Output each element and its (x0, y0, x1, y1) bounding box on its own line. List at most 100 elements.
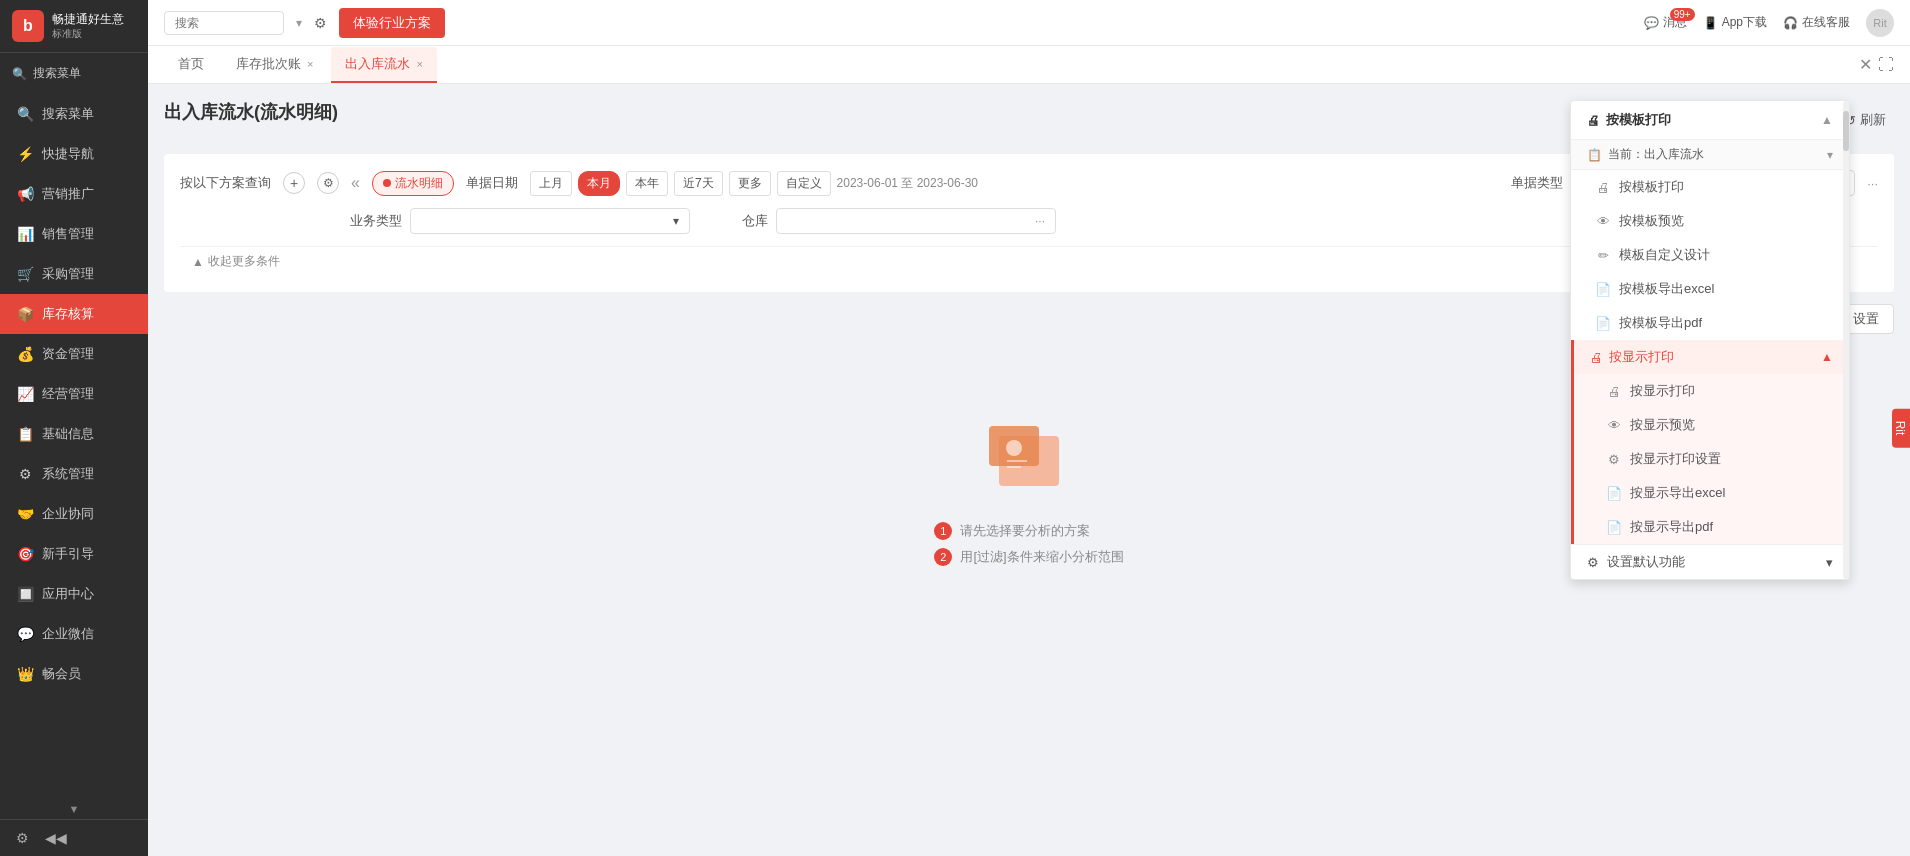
tab-batch-ledger[interactable]: 库存批次账 × (222, 47, 327, 83)
sidebar: b 畅捷通好生意 标准版 🔍 搜索菜单 🔍 搜索菜单 ⚡ 快捷导航 (0, 0, 148, 856)
tab-batch-ledger-close[interactable]: × (307, 58, 313, 70)
dropdown-display-settings[interactable]: ⚙ 按显示打印设置 (1574, 442, 1849, 476)
active-filter-tag[interactable]: 流水明细 (372, 171, 454, 196)
dropdown-display-preview[interactable]: 👁 按显示预览 (1574, 408, 1849, 442)
date-btn-7days[interactable]: 近7天 (674, 171, 723, 196)
dropdown-current-icon: 📋 (1587, 148, 1602, 162)
trial-button[interactable]: 体验行业方案 (339, 8, 445, 38)
dropdown-template-pdf[interactable]: 📄 按模板导出pdf (1571, 306, 1849, 340)
dropdown-title-icon: 🖨 (1587, 113, 1600, 128)
dropdown-template-excel[interactable]: 📄 按模板导出excel (1571, 272, 1849, 306)
filter-more-icon[interactable]: ··· (1867, 176, 1878, 191)
print-dropdown-panel: 🖨 按模板打印 ▲ 📋 当前：出入库流水 ▾ 🖨 按模板打印 👁 按模板预览 ✏… (1570, 100, 1850, 580)
dropdown-display-pdf[interactable]: 📄 按显示导出pdf (1574, 510, 1849, 544)
doc-type-label: 单据类型 (1511, 174, 1563, 192)
sidebar-item-label: 系统管理 (42, 465, 94, 483)
sidebar-item-app-center[interactable]: 🔲 应用中心 (0, 574, 148, 614)
sidebar-item-finance[interactable]: 💰 资金管理 (0, 334, 148, 374)
dropdown-current-arrow[interactable]: ▾ (1827, 148, 1833, 162)
dropdown-footer-settings[interactable]: ⚙ 设置默认功能 ▾ (1571, 544, 1849, 579)
dropdown-template-print[interactable]: 🖨 按模板打印 (1571, 170, 1849, 204)
wechat-icon: 💬 (16, 625, 34, 643)
footer-settings-label: 设置默认功能 (1607, 553, 1685, 571)
app-download-button[interactable]: 📱 App下载 (1703, 14, 1767, 31)
topbar-dropdown-arrow[interactable]: ▾ (296, 16, 302, 30)
date-btn-last-month[interactable]: 上月 (530, 171, 572, 196)
collapse-sidebar-icon[interactable]: ◀◀ (45, 830, 67, 846)
template-pdf-label: 按模板导出pdf (1619, 314, 1702, 332)
refresh-btn-label: 刷新 (1860, 111, 1886, 129)
sidebar-item-basic-info[interactable]: 📋 基础信息 (0, 414, 148, 454)
dropdown-collapse-arrow[interactable]: ▲ (1821, 113, 1833, 127)
system-icon: ⚙ (16, 465, 34, 483)
step-2-num: 2 (934, 548, 952, 566)
dropdown-display-print[interactable]: 🖨 按显示打印 (1574, 374, 1849, 408)
sidebar-item-search[interactable]: 🔍 搜索菜单 (0, 94, 148, 134)
settings-footer-icon[interactable]: ⚙ (16, 830, 29, 846)
sidebar-item-label: 营销推广 (42, 185, 94, 203)
empty-steps: 1 请先选择要分析的方案 2 用[过滤]条件来缩小分析范围 (934, 522, 1123, 574)
tab-flow[interactable]: 出入库流水 × (331, 47, 436, 83)
operation-icon: 📈 (16, 385, 34, 403)
dropdown-current-template[interactable]: 📋 当前：出入库流水 ▾ (1571, 140, 1849, 170)
topbar-search-input[interactable] (164, 11, 284, 35)
business-type-select[interactable]: ▾ (410, 208, 690, 234)
sidebar-item-marketing[interactable]: 📢 营销推广 (0, 174, 148, 214)
date-range-text: 2023-06-01 至 2023-06-30 (837, 175, 978, 192)
filter-collapse-icon[interactable]: « (351, 174, 360, 192)
sidebar-nav: 🔍 搜索菜单 ⚡ 快捷导航 📢 营销推广 📊 销售管理 🛒 采购管理 📦 (0, 94, 148, 799)
right-edge-label: Rit (1893, 421, 1907, 436)
dropdown-template-preview[interactable]: 👁 按模板预览 (1571, 204, 1849, 238)
dropdown-display-excel[interactable]: 📄 按显示导出excel (1574, 476, 1849, 510)
sidebar-item-purchase[interactable]: 🛒 采购管理 (0, 254, 148, 294)
tab-home[interactable]: 首页 (164, 47, 218, 83)
dropdown-display-header: 🖨 按显示打印 ▲ (1574, 340, 1849, 374)
dropdown-template-custom[interactable]: ✏ 模板自定义设计 (1571, 238, 1849, 272)
search-menu-button[interactable]: 🔍 搜索菜单 (12, 61, 136, 86)
date-btn-custom[interactable]: 自定义 (777, 171, 831, 196)
filter-add-button[interactable]: + (283, 172, 305, 194)
online-service-button[interactable]: 🎧 在线客服 (1783, 14, 1850, 31)
right-edge-tab[interactable]: Rit (1892, 409, 1910, 448)
sidebar-item-system[interactable]: ⚙ 系统管理 (0, 454, 148, 494)
tab-close-button[interactable]: ✕ (1859, 55, 1872, 74)
template-pdf-icon: 📄 (1595, 315, 1611, 331)
date-btn-more[interactable]: 更多 (729, 171, 771, 196)
user-avatar: Rit (1866, 9, 1894, 37)
sidebar-item-label: 经营管理 (42, 385, 94, 403)
display-print-header-icon: 🖨 (1590, 350, 1603, 365)
sidebar-item-member[interactable]: 👑 畅会员 (0, 654, 148, 694)
collapse-filter-label: 收起更多条件 (208, 253, 280, 270)
sidebar-item-wechat[interactable]: 💬 企业微信 (0, 614, 148, 654)
basic-info-icon: 📋 (16, 425, 34, 443)
date-btn-this-month[interactable]: 本月 (578, 171, 620, 196)
user-avatar-button[interactable]: Rit (1866, 9, 1894, 37)
sidebar-item-guide[interactable]: 🎯 新手引导 (0, 534, 148, 574)
sidebar-item-quick-nav[interactable]: ⚡ 快捷导航 (0, 134, 148, 174)
logo-icon: b (12, 10, 44, 42)
sidebar-item-inventory[interactable]: 📦 库存核算 (0, 294, 148, 334)
filter-gear-button[interactable]: ⚙ (317, 172, 339, 194)
sidebar-item-label: 企业微信 (42, 625, 94, 643)
tabs-right-controls: ✕ ⛶ (1859, 55, 1894, 74)
app-center-icon: 🔲 (16, 585, 34, 603)
message-button[interactable]: 💬 消息 99+ (1644, 14, 1687, 31)
warehouse-input[interactable]: ··· (776, 208, 1056, 234)
display-preview-icon: 👁 (1606, 417, 1622, 433)
purchase-icon: 🛒 (16, 265, 34, 283)
sidebar-item-operation[interactable]: 📈 经营管理 (0, 374, 148, 414)
date-btn-this-year[interactable]: 本年 (626, 171, 668, 196)
sidebar-item-sales[interactable]: 📊 销售管理 (0, 214, 148, 254)
finance-icon: 💰 (16, 345, 34, 363)
warehouse-more-icon[interactable]: ··· (1035, 214, 1045, 228)
sidebar-scroll-down[interactable]: ▼ (0, 799, 148, 819)
tab-expand-button[interactable]: ⛶ (1878, 56, 1894, 74)
display-excel-icon: 📄 (1606, 485, 1622, 501)
collapse-arrow-icon: ▲ (192, 255, 204, 269)
template-print-icon: 🖨 (1595, 179, 1611, 195)
sidebar-item-enterprise[interactable]: 🤝 企业协同 (0, 494, 148, 534)
topbar-gear-icon[interactable]: ⚙ (314, 15, 327, 31)
search-nav-icon: 🔍 (16, 105, 34, 123)
dropdown-display-collapse[interactable]: ▲ (1821, 350, 1833, 364)
tab-flow-close[interactable]: × (416, 58, 422, 70)
